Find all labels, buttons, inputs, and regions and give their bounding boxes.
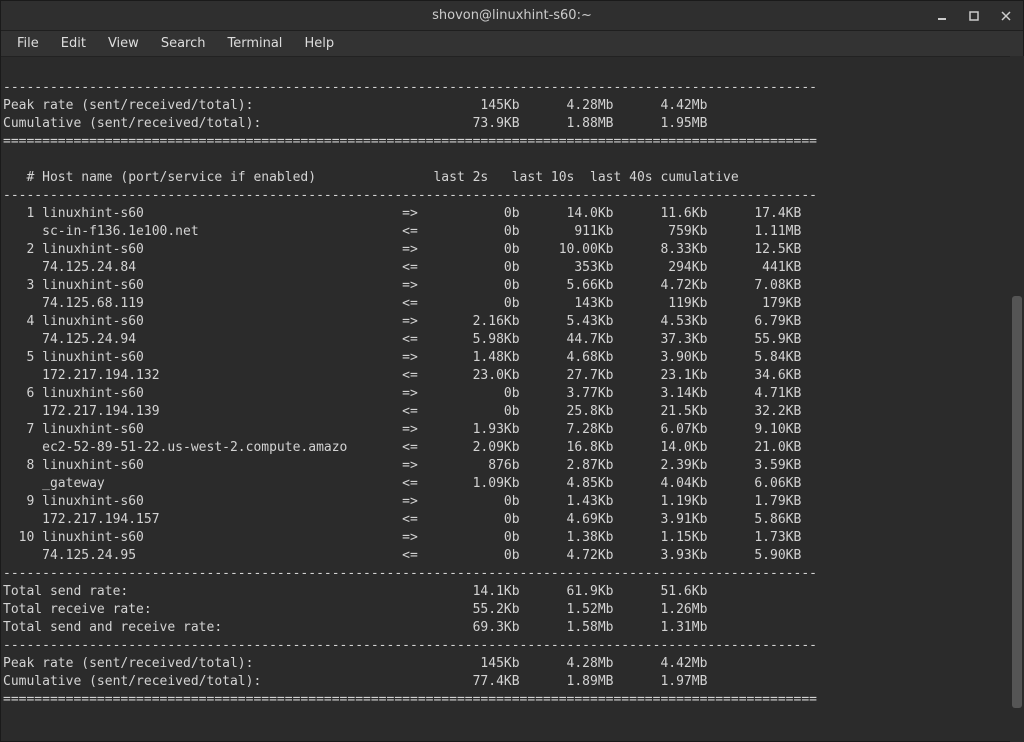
scrollbar-thumb[interactable] bbox=[1012, 296, 1022, 708]
maximize-button[interactable] bbox=[963, 5, 985, 27]
menubar: File Edit View Search Terminal Help bbox=[1, 31, 1023, 57]
scrollbar-track[interactable] bbox=[1010, 56, 1024, 742]
minimize-button[interactable] bbox=[931, 5, 953, 27]
window-titlebar: shovon@linuxhint-s60:~ bbox=[1, 1, 1023, 31]
window-title: shovon@linuxhint-s60:~ bbox=[432, 8, 592, 23]
menu-search[interactable]: Search bbox=[151, 33, 216, 54]
menu-file[interactable]: File bbox=[7, 33, 49, 54]
menu-terminal[interactable]: Terminal bbox=[217, 33, 292, 54]
close-button[interactable] bbox=[995, 5, 1017, 27]
menu-edit[interactable]: Edit bbox=[51, 33, 96, 54]
menu-help[interactable]: Help bbox=[294, 33, 344, 54]
terminal-output[interactable]: ----------------------------------------… bbox=[1, 57, 1023, 711]
menu-view[interactable]: View bbox=[98, 33, 149, 54]
